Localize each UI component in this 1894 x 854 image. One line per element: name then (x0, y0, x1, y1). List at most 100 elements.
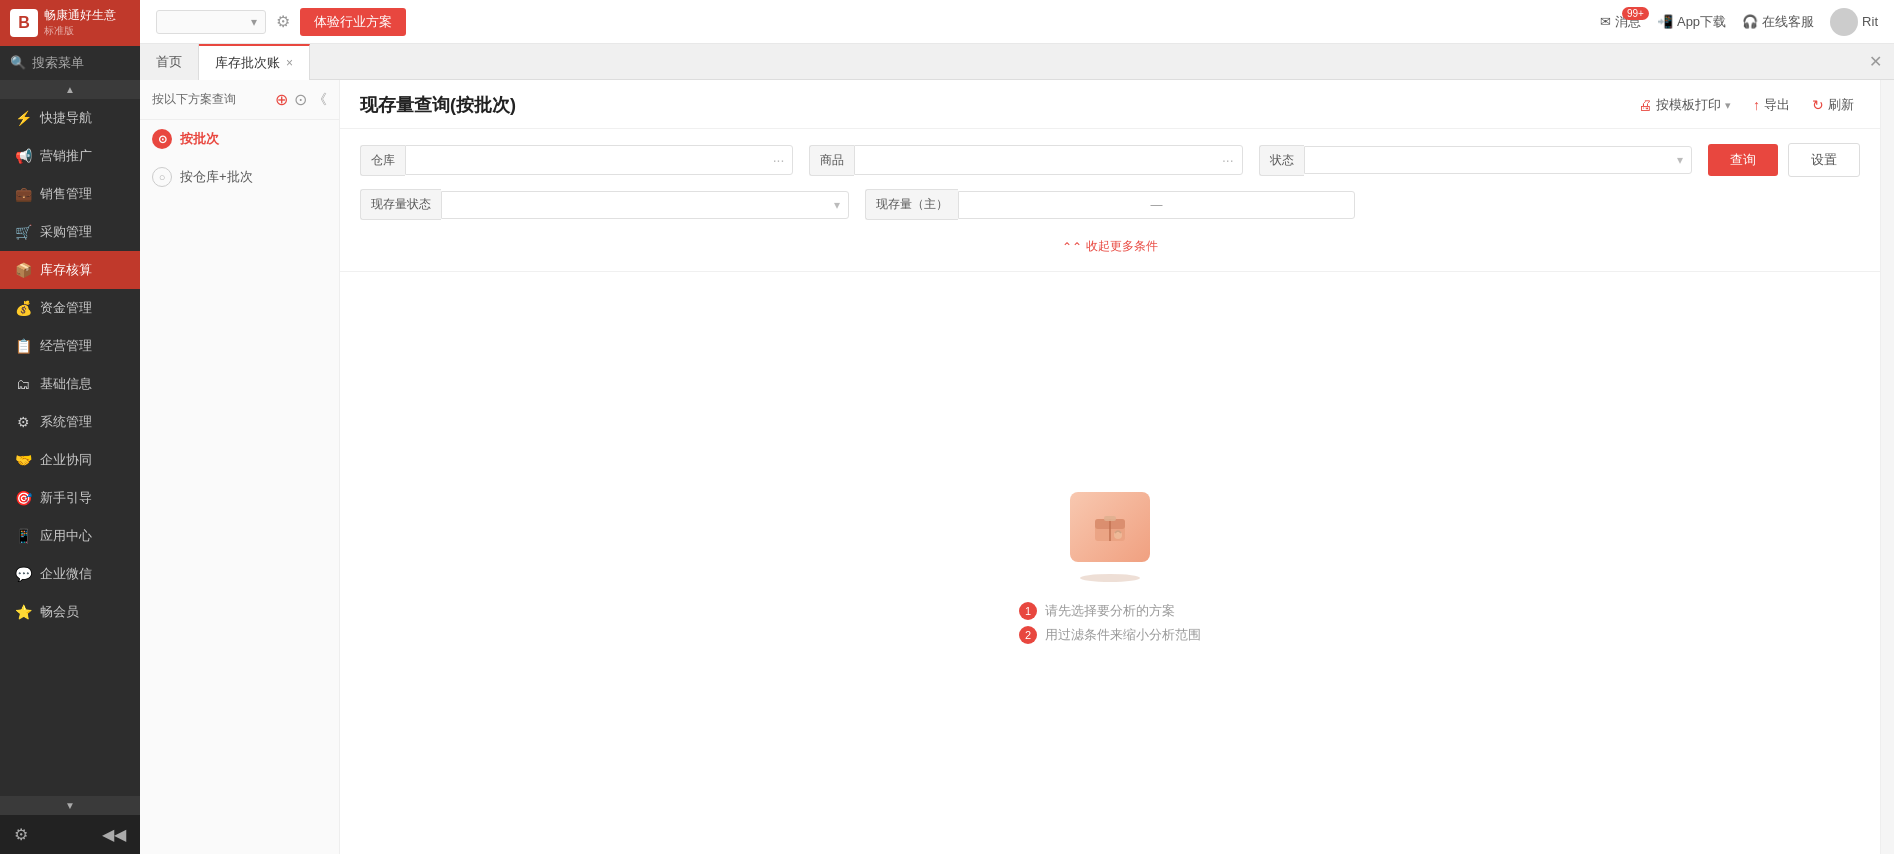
online-service-button[interactable]: 🎧 在线客服 (1742, 13, 1814, 31)
warehouse-filter-input[interactable]: ··· (405, 145, 793, 175)
sidebar-item-newbie[interactable]: 🎯 新手引导 (0, 479, 140, 517)
sidebar-item-label: 应用中心 (40, 527, 92, 545)
chevron-up-icon: ⌃⌃ (1062, 240, 1082, 254)
sidebar-item-inventory[interactable]: 📦 库存核算 (0, 251, 140, 289)
inventory-status-select[interactable]: ▾ (441, 191, 849, 219)
sidebar-item-member[interactable]: ⭐ 畅会员 (0, 593, 140, 631)
sidebar-item-marketing[interactable]: 📢 营销推广 (0, 137, 140, 175)
panel-header-actions: ⊕ ⊙ 《 (275, 90, 327, 109)
sidebar-scroll-up[interactable]: ▲ (0, 80, 140, 99)
goods-filter-label: 商品 (809, 145, 854, 176)
tab-close-icon[interactable]: × (286, 56, 293, 70)
status-filter-input[interactable]: ▾ (1304, 146, 1692, 174)
main-area: ▾ ⚙ 体验行业方案 ✉ 消息 99+ 📲 App下载 🎧 在线客服 Rit (140, 0, 1894, 854)
filter-action-btns: 查询 设置 (1708, 143, 1860, 177)
home-tab-label: 首页 (156, 53, 182, 71)
box-svg (1090, 507, 1130, 547)
tip-text-2: 用过滤条件来缩小分析范围 (1045, 626, 1201, 644)
inventory-status-label: 现存量状态 (360, 189, 441, 220)
sidebar-item-purchase[interactable]: 🛒 采购管理 (0, 213, 140, 251)
scheme-warehouse-batch-icon: ○ (152, 167, 172, 187)
topbar-right: ✉ 消息 99+ 📲 App下载 🎧 在线客服 Rit (1600, 8, 1878, 36)
sidebar-item-sales[interactable]: 💼 销售管理 (0, 175, 140, 213)
print-button[interactable]: 🖨 按模板打印 ▾ (1632, 92, 1737, 118)
collapse-more-btn[interactable]: ⌃⌃ 收起更多条件 (360, 232, 1860, 261)
status-dropdown-icon[interactable]: ▾ (1677, 153, 1683, 167)
sidebar-item-operations[interactable]: 📋 经营管理 (0, 327, 140, 365)
tab-inventory-batch[interactable]: 库存批次账 × (199, 44, 310, 80)
quick-nav-icon: ⚡ (14, 109, 32, 127)
marketing-icon: 📢 (14, 147, 32, 165)
refresh-icon: ↻ (1812, 97, 1824, 113)
tabs-end: ✕ (1869, 52, 1894, 71)
goods-more-icon[interactable]: ··· (1222, 152, 1234, 168)
filter-panel-header: 按以下方案查询 ⊕ ⊙ 《 (140, 80, 339, 120)
query-button[interactable]: 查询 (1708, 144, 1778, 176)
app-download-icon: 📲 (1657, 14, 1673, 29)
messages-button[interactable]: ✉ 消息 99+ (1600, 13, 1641, 31)
filter-status: 状态 ▾ (1259, 145, 1692, 176)
search-box[interactable]: ▾ (156, 10, 266, 34)
sidebar-item-system[interactable]: ⚙ 系统管理 (0, 403, 140, 441)
goods-filter-input[interactable]: ··· (854, 145, 1242, 175)
filter-row-2: 现存量状态 ▾ 现存量（主） — (360, 189, 1860, 220)
topbar: ▾ ⚙ 体验行业方案 ✉ 消息 99+ 📲 App下载 🎧 在线客服 Rit (140, 0, 1894, 44)
scheme-item-batch[interactable]: ⊙ 按批次 (140, 120, 339, 158)
experience-button[interactable]: 体验行业方案 (300, 8, 406, 36)
topbar-settings-icon[interactable]: ⚙ (276, 12, 290, 31)
scheme-item-warehouse-batch[interactable]: ○ 按仓库+批次 (140, 158, 339, 196)
sidebar-item-basic[interactable]: 🗂 基础信息 (0, 365, 140, 403)
content-area: 按以下方案查询 ⊕ ⊙ 《 ⊙ 按批次 ○ 按仓库+批次 现存量查询(按批次) (140, 80, 1894, 854)
sidebar-search[interactable]: 🔍 搜索菜单 (0, 46, 140, 80)
sidebar-item-label: 基础信息 (40, 375, 92, 393)
inventory-status-dropdown-icon[interactable]: ▾ (834, 198, 840, 212)
sidebar-header: B 畅康通好生意 标准版 (0, 0, 140, 46)
sidebar-item-label: 采购管理 (40, 223, 92, 241)
sidebar-item-label: 销售管理 (40, 185, 92, 203)
page-header: 现存量查询(按批次) 🖨 按模板打印 ▾ ↑ 导出 ↻ 刷新 (340, 80, 1880, 129)
settings-button[interactable]: 设置 (1788, 143, 1860, 177)
sidebar-item-wechat[interactable]: 💬 企业微信 (0, 555, 140, 593)
panel-collapse-icon[interactable]: 《 (313, 91, 327, 109)
print-icon: 🖨 (1638, 97, 1652, 113)
filter-goods: 商品 ··· (809, 145, 1242, 176)
sidebar-item-enterprise[interactable]: 🤝 企业协同 (0, 441, 140, 479)
sidebar-item-quick-nav[interactable]: ⚡ 快捷导航 (0, 99, 140, 137)
scheme-warehouse-batch-label: 按仓库+批次 (180, 168, 253, 186)
user-avatar-area[interactable]: Rit (1830, 8, 1878, 36)
export-button[interactable]: ↑ 导出 (1747, 92, 1796, 118)
sales-icon: 💼 (14, 185, 32, 203)
sidebar-item-appstore[interactable]: 📱 应用中心 (0, 517, 140, 555)
avatar (1830, 8, 1858, 36)
search-input[interactable] (165, 15, 245, 29)
filter-area: 仓库 ··· 商品 ··· 状态 (340, 129, 1880, 272)
collapse-sidebar-icon[interactable]: ◀◀ (102, 825, 126, 844)
inventory-qty-range[interactable]: — (958, 191, 1354, 219)
newbie-icon: 🎯 (14, 489, 32, 507)
tab-home[interactable]: 首页 (140, 44, 199, 80)
warehouse-more-icon[interactable]: ··· (773, 152, 785, 168)
sidebar-scroll-down[interactable]: ▼ (0, 796, 140, 815)
sidebar-search-label: 搜索菜单 (32, 54, 84, 72)
filter-inventory-status: 现存量状态 ▾ (360, 189, 849, 220)
sidebar-item-finance[interactable]: 💰 资金管理 (0, 289, 140, 327)
app-company: 畅康通好生意 (44, 8, 116, 24)
app-download-button[interactable]: 📲 App下载 (1657, 13, 1726, 31)
tip-text-1: 请先选择要分析的方案 (1045, 602, 1175, 620)
right-scrollbar[interactable] (1880, 80, 1894, 854)
print-dropdown-icon[interactable]: ▾ (1725, 99, 1731, 112)
sidebar-item-label: 营销推广 (40, 147, 92, 165)
add-scheme-icon[interactable]: ⊕ (275, 90, 288, 109)
empty-tip-2: 2 用过滤条件来缩小分析范围 (1019, 626, 1201, 644)
sidebar-item-label: 企业微信 (40, 565, 92, 583)
basic-icon: 🗂 (14, 375, 32, 393)
settings-footer-icon[interactable]: ⚙ (14, 825, 28, 844)
scheme-settings-icon[interactable]: ⊙ (294, 90, 307, 109)
sidebar-item-label: 库存核算 (40, 261, 92, 279)
print-label: 按模板打印 (1656, 96, 1721, 114)
empty-box-icon (1070, 492, 1150, 562)
status-filter-label: 状态 (1259, 145, 1304, 176)
tabs-close-all-icon[interactable]: ✕ (1869, 52, 1882, 71)
refresh-button[interactable]: ↻ 刷新 (1806, 92, 1860, 118)
search-dropdown-icon[interactable]: ▾ (251, 15, 257, 29)
